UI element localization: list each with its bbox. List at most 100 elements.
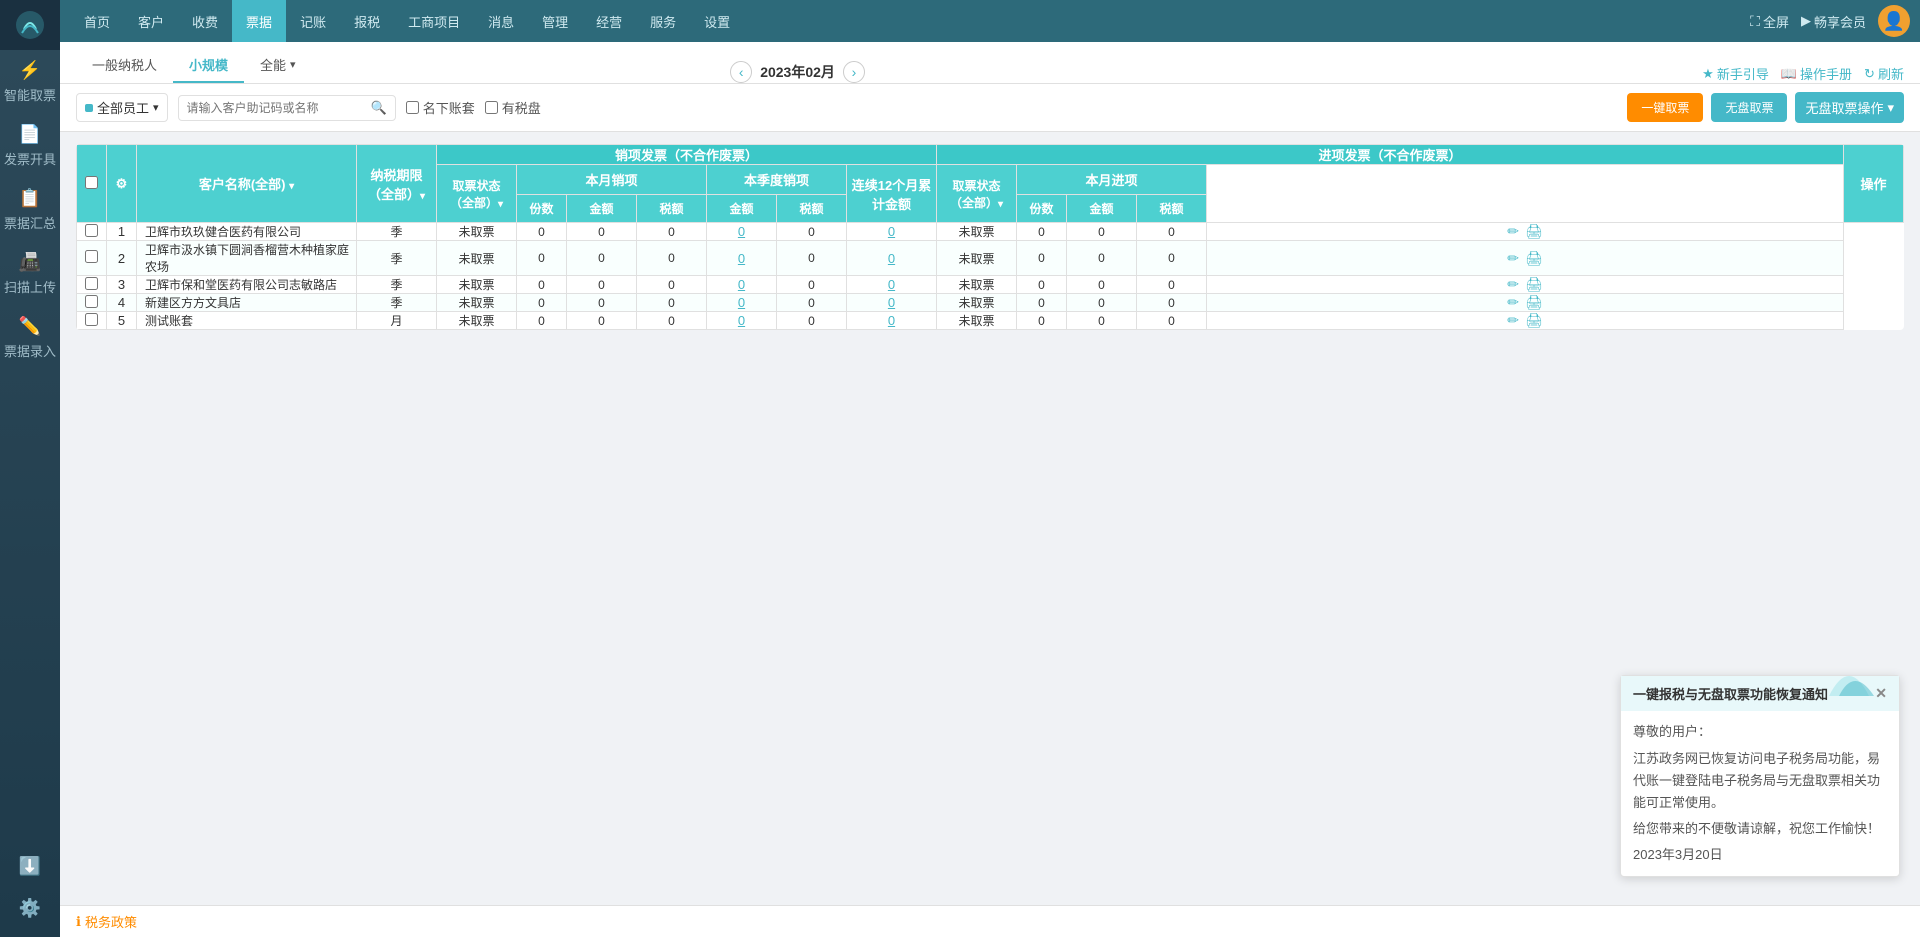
row-purchase-month-amount: 0 [1067,312,1137,330]
table-row: 3 卫辉市保和堂医药有限公司志敏路店 季 未取票 0 0 0 0 0 0 未取票… [77,276,1904,294]
sidebar-item-download[interactable]: ⬇️ [0,848,60,885]
nav-billing[interactable]: 收费 [178,0,232,42]
edit-icon[interactable]: ✏ [1507,312,1519,329]
dropdown-icon: ▾ [1887,100,1894,116]
sidebar-item-scan-upload[interactable]: 📠 扫描上传 [0,242,60,306]
search-icon[interactable]: 🔍 [371,100,387,116]
row-sales-12month-link[interactable]: 0 [888,295,895,310]
row-tax-period: 季 [357,294,437,312]
no-disk-btn[interactable]: 无盘取票 [1711,93,1787,122]
refresh-btn[interactable]: ↻ 刷新 [1864,64,1904,83]
filter-dot [85,104,93,112]
row-sales-quarter-amount-link[interactable]: 0 [738,251,745,266]
sidebar-item-invoice-entry[interactable]: ✏️ 票据录入 [0,306,60,370]
search-input[interactable] [187,101,367,115]
new-guide-btn[interactable]: ★ 新手引导 [1702,64,1769,83]
refresh-label: 刷新 [1878,64,1904,83]
sidebar-item-smart-fetch[interactable]: ⚡ 智能取票 [0,50,60,114]
row-sales-month-count: 0 [517,294,567,312]
row-sales-quarter-amount-link[interactable]: 0 [738,224,745,239]
tab-all[interactable]: 全能 ▾ [244,47,312,83]
th-checkbox [77,145,107,223]
nav-service[interactable]: 服务 [636,0,690,42]
nav-customer[interactable]: 客户 [124,0,178,42]
tax-disk-checkbox-input[interactable] [485,101,498,114]
row-sales-12month-link[interactable]: 0 [888,313,895,328]
notification-line-3: 2023年3月20日 [1633,844,1887,866]
row-checkbox[interactable] [85,295,98,308]
one-click-btn[interactable]: 一键取票 [1627,93,1703,122]
operation-manual-btn[interactable]: 📖 操作手册 [1781,64,1852,83]
table-row: 2 卫辉市汲水镇下圆涧香榴营木种植家庭农场 季 未取票 0 0 0 0 0 0 … [77,241,1904,276]
view-icon[interactable]: 🖨 [1525,276,1543,293]
fullscreen-btn[interactable]: ⛶ 全屏 [1750,12,1789,31]
row-checkbox[interactable] [85,250,98,263]
row-purchase-status: 未取票 [937,223,1017,241]
sidebar-item-invoice-summary[interactable]: 📋 票据汇总 [0,178,60,242]
nav-manage[interactable]: 管理 [528,0,582,42]
th-purchase-month: 本月进项 [1017,165,1207,195]
employee-filter[interactable]: 全部员工 ▾ [76,93,168,122]
tab-general[interactable]: 一般纳税人 [76,47,173,83]
tab-small[interactable]: 小规模 [173,47,244,83]
row-sales-quarter-amount-link[interactable]: 0 [738,277,745,292]
view-icon[interactable]: 🖨 [1525,223,1543,240]
row-sales-quarter-amount-link[interactable]: 0 [738,313,745,328]
nav-home[interactable]: 首页 [70,0,124,42]
status-bar[interactable]: ℹ 税务政策 [60,905,1920,937]
month-next-btn[interactable]: › [843,61,865,83]
row-tax-period: 月 [357,312,437,330]
row-sales-month-tax: 0 [637,276,707,294]
tax-disk-checkbox-label: 有税盘 [502,98,541,117]
row-sales-12month-link[interactable]: 0 [888,277,895,292]
row-index: 5 [107,312,137,330]
nav-tax[interactable]: 报税 [340,0,394,42]
nav-settings[interactable]: 设置 [690,0,744,42]
row-checkbox[interactable] [85,313,98,326]
row-tax-period: 季 [357,241,437,276]
row-sales-12month-link[interactable]: 0 [888,224,895,239]
row-sales-month-count: 0 [517,276,567,294]
nav-business[interactable]: 工商项目 [394,0,474,42]
sidebar-item-settings[interactable]: ⚙️ [0,890,60,927]
notification-body: 尊敬的用户： 江苏政务网已恢复访问电子税务局功能，易代账一键登陆电子税务局与无盘… [1621,711,1899,876]
edit-icon[interactable]: ✏ [1507,250,1519,267]
row-sales-month-tax: 0 [637,312,707,330]
th-purchase-label: 进项发票（不合作废票） [1318,148,1461,163]
sidebar-item-issue-invoice[interactable]: 📄 发票开具 [0,114,60,178]
nav-message[interactable]: 消息 [474,0,528,42]
no-disk-ops-btn[interactable]: 无盘取票操作 ▾ [1795,92,1904,123]
account-checkbox[interactable]: 名下账套 [406,98,475,117]
nav-bookkeeping[interactable]: 记账 [286,0,340,42]
row-purchase-month-amount: 0 [1067,241,1137,276]
scan-upload-icon: 📠 [19,252,41,273]
row-sales-12month-link[interactable]: 0 [888,251,895,266]
user-avatar[interactable]: 👤 [1878,5,1910,37]
th-sales-month-tax: 税额 [637,195,707,223]
row-actions: ✏ 🖨 [1207,223,1844,241]
view-icon[interactable]: 🖨 [1525,250,1543,267]
fullscreen-label: 全屏 [1763,12,1789,31]
account-checkbox-input[interactable] [406,101,419,114]
view-icon[interactable]: 🖨 [1525,294,1543,311]
view-icon[interactable]: 🖨 [1525,312,1543,329]
tab-bar: 一般纳税人 小规模 全能 ▾ ‹ 2023年02月 › ★ 新手引导 📖 操作手… [60,42,1920,84]
notification-line-0: 尊敬的用户： [1633,721,1887,743]
edit-icon[interactable]: ✏ [1507,276,1519,293]
table-row: 1 卫辉市玖玖健合医药有限公司 季 未取票 0 0 0 0 0 0 未取票 0 … [77,223,1904,241]
month-prev-btn[interactable]: ‹ [730,61,752,83]
edit-icon[interactable]: ✏ [1507,294,1519,311]
edit-icon[interactable]: ✏ [1507,223,1519,240]
row-purchase-month-count: 0 [1017,294,1067,312]
row-sales-quarter-amount-link[interactable]: 0 [738,295,745,310]
tax-disk-checkbox[interactable]: 有税盘 [485,98,541,117]
toolbar-right: 一键取票 无盘取票 无盘取票操作 ▾ [1627,92,1904,123]
member-btn[interactable]: ▶ 畅享会员 [1801,12,1866,31]
select-all-checkbox[interactable] [85,176,98,189]
row-actions: ✏ 🖨 [1207,294,1844,312]
row-checkbox[interactable] [85,277,98,290]
row-purchase-month-count: 0 [1017,223,1067,241]
row-checkbox[interactable] [85,224,98,237]
nav-operations[interactable]: 经营 [582,0,636,42]
nav-invoice[interactable]: 票据 [232,0,286,42]
